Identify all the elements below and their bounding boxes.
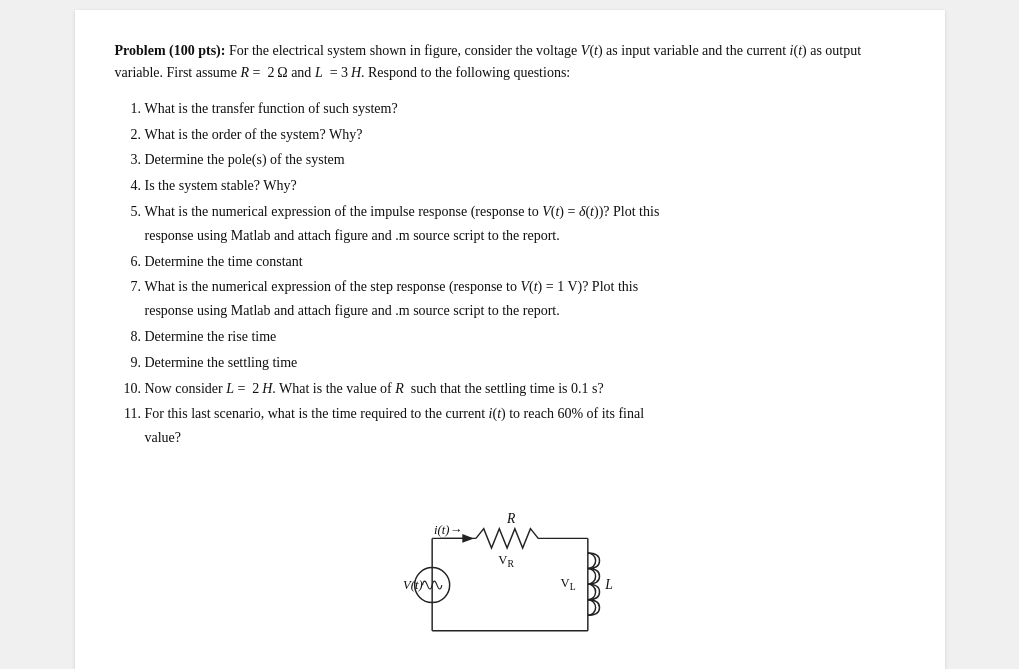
question-1: What is the transfer function of such sy…: [145, 97, 905, 121]
current-label: i(t)→: [434, 522, 462, 536]
question-10: Now consider L = 2 H. What is the value …: [145, 377, 905, 401]
question-11: For this last scenario, what is the time…: [145, 402, 905, 450]
vl-label: VL: [560, 576, 575, 592]
vr-label: VR: [498, 553, 514, 569]
question-6: Determine the time constant: [145, 250, 905, 274]
question-9: Determine the settling time: [145, 351, 905, 375]
circuit-svg: R VR i(t)→ V(t): [370, 480, 650, 660]
problem-label: Problem (100 pts):: [115, 43, 226, 58]
resistor-label: R: [506, 511, 516, 526]
question-5: What is the numerical expression of the …: [145, 200, 905, 248]
circuit-diagram-container: R VR i(t)→ V(t): [115, 480, 905, 669]
problem-statement: Problem (100 pts): For the electrical sy…: [115, 40, 905, 85]
question-2: What is the order of the system? Why?: [145, 123, 905, 147]
question-3: Determine the pole(s) of the system: [145, 148, 905, 172]
question-8: Determine the rise time: [145, 325, 905, 349]
content-card: Problem (100 pts): For the electrical sy…: [75, 10, 945, 669]
question-7: What is the numerical expression of the …: [145, 275, 905, 323]
inductor-label: L: [604, 577, 613, 592]
question-4: Is the system stable? Why?: [145, 174, 905, 198]
question-list: What is the transfer function of such sy…: [145, 97, 905, 450]
voltage-label: V(t): [402, 578, 422, 592]
page-container: Problem (100 pts): For the electrical sy…: [0, 0, 1019, 669]
